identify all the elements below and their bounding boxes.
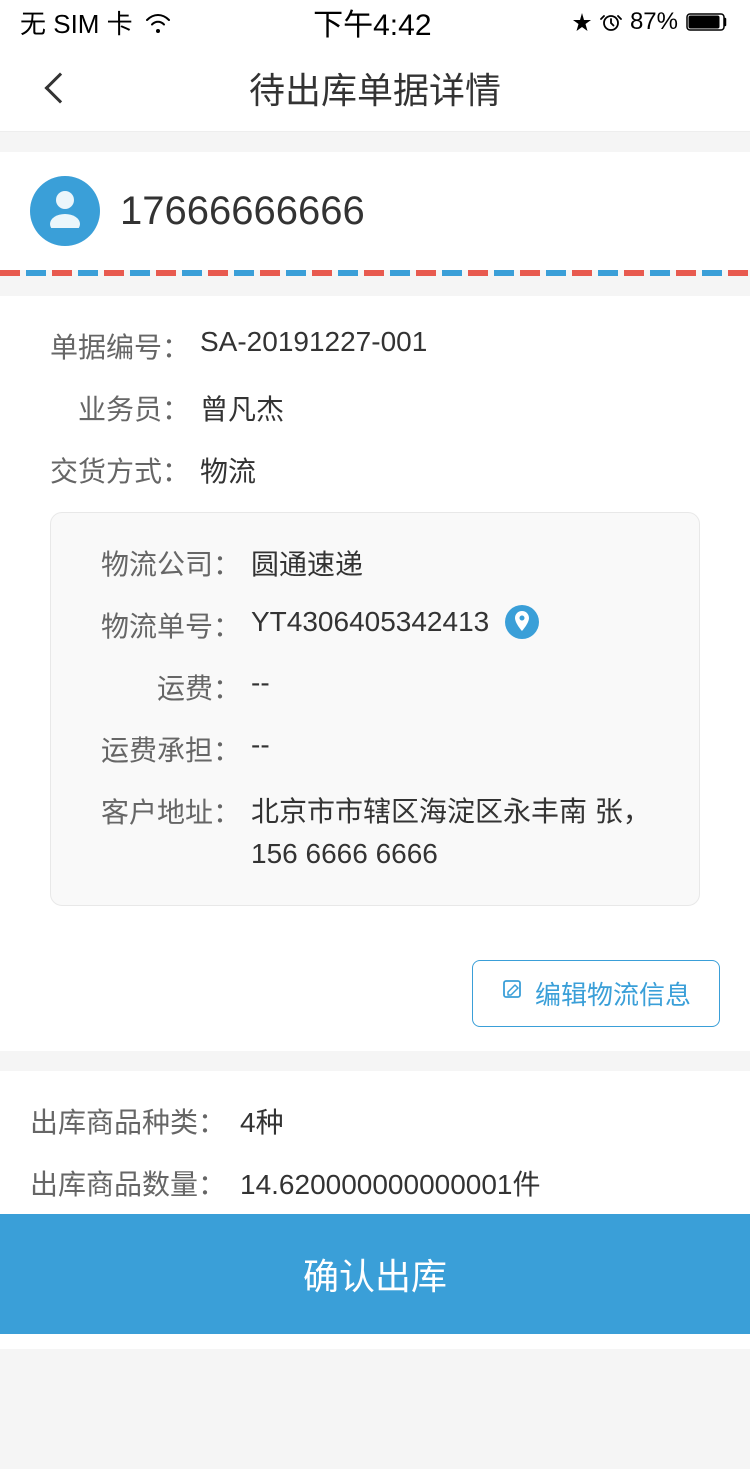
logistics-company-value: 圆通速递 — [251, 543, 669, 583]
carrier-text: 无 SIM 卡 — [20, 4, 133, 41]
goods-types-label: 出库商品种类： — [30, 1101, 230, 1141]
battery-icon — [686, 11, 730, 33]
delivery-method-value: 物流 — [200, 450, 720, 490]
confirm-button-label: 确认出库 — [303, 1248, 447, 1300]
order-no-label: 单据编号： — [30, 326, 190, 366]
edit-logistics-label: 编辑物流信息 — [535, 975, 691, 1012]
battery-text: 87% — [630, 8, 678, 36]
alarm-icon — [600, 11, 622, 33]
edit-btn-row: 编辑物流信息 — [0, 936, 750, 1051]
freight-bearer-value: -- — [251, 729, 669, 761]
freight-bearer-label: 运费承担： — [81, 729, 241, 769]
edit-logistics-button[interactable]: 编辑物流信息 — [472, 960, 720, 1027]
freight-label: 运费： — [81, 667, 241, 707]
avatar-icon — [43, 184, 87, 238]
logistics-tracking-row: 物流单号： YT4306405342413 — [81, 605, 669, 645]
status-time: 下午4:42 — [313, 0, 431, 44]
address-row: 客户地址： 北京市市辖区海淀区永丰南 张，156 6666 6666 — [81, 791, 669, 875]
logistics-tracking-value: YT4306405342413 — [251, 605, 669, 639]
wifi-icon — [143, 11, 173, 33]
confirm-button[interactable]: 确认出库 — [0, 1214, 750, 1334]
status-right-icons: 87% — [572, 8, 730, 36]
salesman-row: 业务员： 曾凡杰 — [30, 388, 720, 428]
user-card: 17666666666 — [0, 152, 750, 270]
status-carrier-wifi: 无 SIM 卡 — [20, 4, 173, 41]
back-arrow-icon — [44, 72, 75, 103]
tracking-location-icon[interactable] — [505, 605, 539, 639]
salesman-label: 业务员： — [30, 388, 190, 428]
logistics-company-row: 物流公司： 圆通速递 — [81, 543, 669, 583]
avatar — [30, 176, 100, 246]
goods-types-row: 出库商品种类： 4种 — [30, 1101, 720, 1141]
delivery-method-label: 交货方式： — [30, 450, 190, 490]
logistics-company-label: 物流公司： — [81, 543, 241, 583]
nav-bar: 待出库单据详情 — [0, 44, 750, 132]
section-divider-1 — [0, 1051, 750, 1071]
order-no-row: 单据编号： SA-20191227-001 — [30, 326, 720, 366]
logistics-card: 物流公司： 圆通速递 物流单号： YT4306405342413 运费： -- — [50, 512, 700, 906]
dashed-divider — [0, 270, 750, 276]
goods-section: 出库商品种类： 4种 出库商品数量： 14.620000000000001件 — [0, 1071, 750, 1233]
status-bar: 无 SIM 卡 下午4:42 87% — [0, 0, 750, 44]
order-info-section: 单据编号： SA-20191227-001 业务员： 曾凡杰 交货方式： 物流 … — [0, 296, 750, 936]
back-button[interactable] — [30, 58, 90, 118]
address-value: 北京市市辖区海淀区永丰南 张，156 6666 6666 — [251, 791, 669, 875]
location-services-icon — [572, 12, 592, 32]
goods-quantity-label: 出库商品数量： — [30, 1163, 230, 1203]
freight-row: 运费： -- — [81, 667, 669, 707]
freight-bearer-row: 运费承担： -- — [81, 729, 669, 769]
edit-icon — [501, 978, 525, 1009]
goods-types-value: 4种 — [240, 1101, 284, 1141]
goods-quantity-row: 出库商品数量： 14.620000000000001件 — [30, 1163, 720, 1203]
order-no-value: SA-20191227-001 — [200, 326, 720, 358]
page-title: 待出库单据详情 — [249, 62, 501, 114]
address-label: 客户地址： — [81, 791, 241, 831]
tracking-number: YT4306405342413 — [251, 606, 489, 638]
user-phone: 17666666666 — [120, 189, 365, 234]
goods-quantity-value: 14.620000000000001件 — [240, 1163, 541, 1203]
logistics-tracking-label: 物流单号： — [81, 605, 241, 645]
delivery-method-row: 交货方式： 物流 — [30, 450, 720, 490]
freight-value: -- — [251, 667, 669, 699]
salesman-value: 曾凡杰 — [200, 388, 720, 428]
